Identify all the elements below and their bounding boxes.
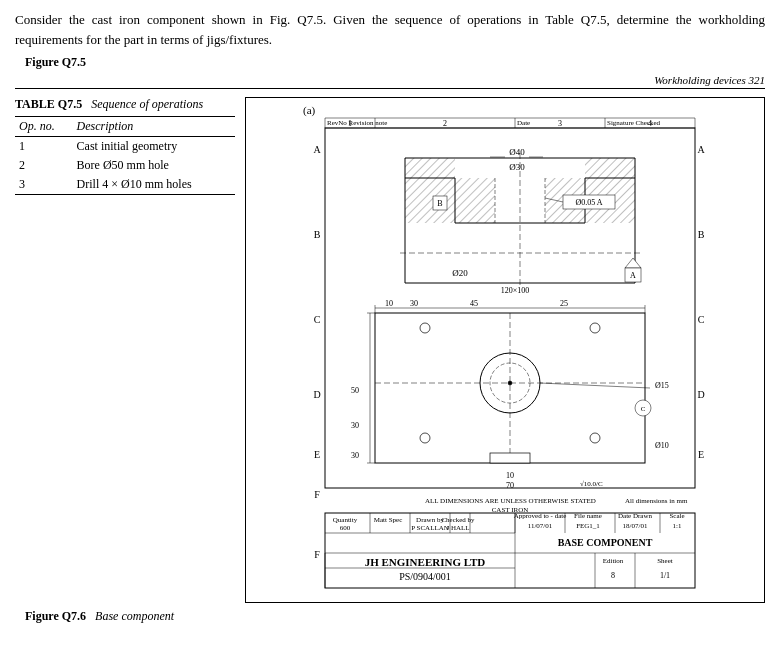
tb-app-label: Approved to - date: [514, 512, 567, 520]
tb-ed-label: Edition: [603, 557, 624, 565]
tb-dd-val: 18/07/01: [623, 522, 648, 530]
dim-10c: 10: [506, 471, 514, 480]
all-dims-note: ALL DIMENSIONS ARE UNLESS OTHERWISE STAT…: [425, 497, 596, 505]
dim-50: 50: [351, 386, 359, 395]
dim-30b: 30: [410, 299, 418, 308]
drawing-area: (a) 1 2 3 4 RevNo Revision note Date Sig…: [246, 98, 764, 602]
table-row: 2Bore Ø50 mm hole: [15, 156, 235, 175]
tb-drawn-label: Drawn by: [416, 516, 444, 524]
dim-40: Ø40: [509, 147, 525, 157]
dim-45: 45: [470, 299, 478, 308]
table-row: 3Drill 4 × Ø10 mm holes: [15, 175, 235, 195]
tb-sc-val: 1:1: [673, 522, 682, 530]
col-description: Description: [73, 117, 235, 137]
col3-label: 3: [558, 119, 562, 128]
page-header: Workholding devices 321: [15, 74, 765, 89]
op-number: 2: [15, 156, 73, 175]
tb-chk-val: J HALL: [446, 524, 469, 532]
hatch-right: [585, 158, 635, 223]
dim-10a: 10: [385, 299, 393, 308]
row-d-right: D: [697, 389, 704, 400]
row-a-left: A: [313, 144, 321, 155]
row-d-left: D: [313, 389, 320, 400]
dim-120x100: 120×100: [501, 286, 530, 295]
tb-fn-val: FEG1_1: [576, 522, 600, 530]
dim-tol: Ø0.05 A: [575, 198, 602, 207]
op-description: Cast initial geometry: [73, 137, 235, 157]
tb-mat-label: Matt Spec: [374, 516, 403, 524]
hatch-boss-left: [455, 178, 495, 223]
tb-drawn-val: P SCALLAN: [411, 524, 449, 532]
tb-chk-label: Checked by: [441, 516, 475, 524]
tb-sc-label: Scale: [669, 512, 684, 520]
op-description: Bore Ø50 mm hole: [73, 156, 235, 175]
dim-30c: 30: [351, 421, 359, 430]
figure-q76-caption: Base component: [95, 609, 174, 623]
table-title-bold: TABLE Q7.5: [15, 97, 82, 111]
tb-app-val: 11/07/01: [528, 522, 553, 530]
table-row: 1Cast initial geometry: [15, 137, 235, 157]
engineering-drawing: (a) 1 2 3 4 RevNo Revision note Date Sig…: [246, 98, 764, 598]
operations-table: Op. no. Description 1Cast initial geomet…: [15, 116, 235, 195]
row-f-label: F: [314, 549, 320, 560]
figure-caption: Figure Q7.6 Base component: [15, 609, 765, 624]
tb-ps-val: PS/0904/001: [399, 571, 451, 582]
figure-q76-label: Figure Q7.6: [25, 609, 86, 623]
datum-b-label: B: [437, 199, 442, 208]
tb-fn-label: File name: [574, 512, 602, 520]
op-number: 3: [15, 175, 73, 195]
col2-label: 2: [443, 119, 447, 128]
table-title: TABLE Q7.5 Sequence of operations: [15, 97, 235, 112]
dim-20: Ø20: [452, 268, 468, 278]
dim-25: 25: [560, 299, 568, 308]
tb-part-name: BASE COMPONENT: [558, 537, 653, 548]
left-panel: TABLE Q7.5 Sequence of operations Op. no…: [15, 97, 235, 603]
intro-text: Consider the cast iron component shown i…: [15, 12, 765, 47]
datum-a-label: A: [630, 271, 636, 280]
sig-checked-label: Signature Checked: [607, 119, 661, 127]
date-label: Date: [517, 119, 530, 127]
all-dims-mm: All dimensions in mm: [625, 497, 688, 505]
main-content: TABLE Q7.5 Sequence of operations Op. no…: [15, 97, 765, 603]
op-description: Drill 4 × Ø10 mm holes: [73, 175, 235, 195]
hatch-left: [405, 158, 455, 223]
col-op-no: Op. no.: [15, 117, 73, 137]
right-panel: (a) 1 2 3 4 RevNo Revision note Date Sig…: [245, 97, 765, 603]
datum-c-label: C: [641, 405, 646, 413]
roughness-symbol: √10.0/C: [580, 480, 603, 488]
row-b-right: B: [698, 229, 705, 240]
dim-70: 70: [506, 481, 514, 490]
datum-a-triangle: [625, 258, 641, 268]
page-header-text: Workholding devices 321: [654, 74, 765, 86]
dim-30: Ø30: [509, 162, 525, 172]
dim-30d: 30: [351, 451, 359, 460]
tb-company: JH ENGINEERING LTD: [365, 556, 486, 568]
revno-label: RevNo Revision note: [327, 119, 387, 127]
dim-10b: Ø10: [655, 441, 669, 450]
row-f-left: F: [314, 489, 320, 500]
figure-q75-label: Figure Q7.5: [25, 55, 765, 70]
row-c-right: C: [698, 314, 705, 325]
row-c-left: C: [314, 314, 321, 325]
tb-ed-val: 8: [611, 571, 615, 580]
dim-15: Ø15: [655, 381, 669, 390]
tb-sheet-val: 1/1: [660, 571, 670, 580]
protrusion-bottom: [490, 453, 530, 463]
table-title-italic: Sequence of operations: [91, 97, 203, 111]
tb-sheet-label: Sheet: [657, 557, 673, 565]
op-number: 1: [15, 137, 73, 157]
tb-qty-val: 600: [340, 524, 351, 532]
row-a-right: A: [697, 144, 705, 155]
row-b-left: B: [314, 229, 321, 240]
tb-dd-label: Date Drawn: [618, 512, 653, 520]
row-e-right: E: [698, 449, 704, 460]
intro-paragraph: Consider the cast iron component shown i…: [15, 10, 765, 49]
drawing-label-a: (a): [303, 104, 316, 117]
tb-qty-label: Quantity: [333, 516, 358, 524]
row-e-left: E: [314, 449, 320, 460]
